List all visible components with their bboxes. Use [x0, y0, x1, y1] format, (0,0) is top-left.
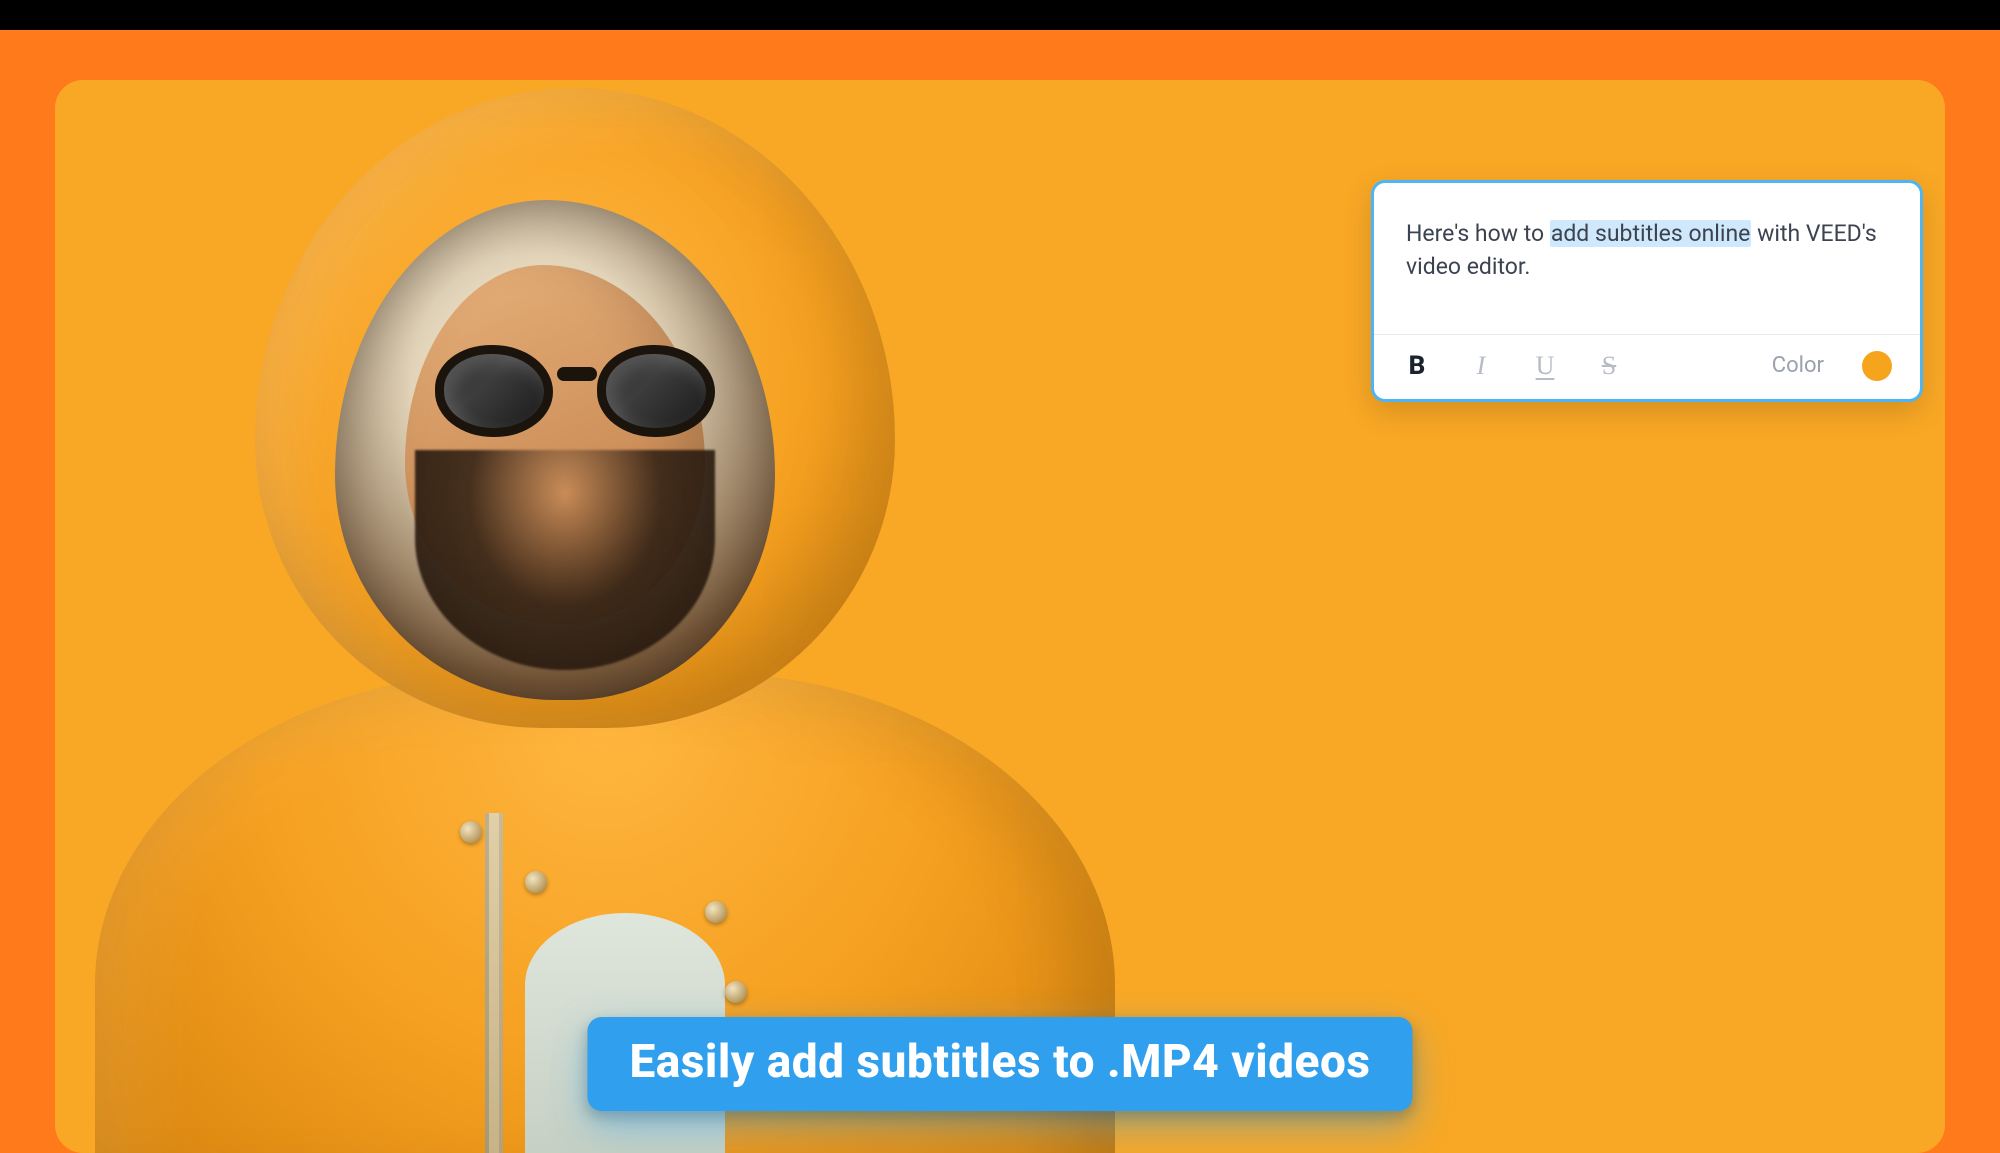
subtitle-text-content[interactable]: Here's how to add subtitles online with …	[1374, 183, 1920, 334]
color-picker-swatch[interactable]	[1862, 351, 1892, 381]
window-top-bar	[0, 0, 2000, 30]
italic-button[interactable]: I	[1466, 351, 1496, 381]
person-illustration	[105, 80, 1085, 1153]
editor-text-before: Here's how to	[1406, 220, 1550, 247]
color-label: Color	[1772, 353, 1824, 378]
editor-text-highlighted: add subtitles online	[1550, 220, 1752, 247]
sunglasses-icon	[435, 345, 715, 440]
underline-button[interactable]: U	[1530, 351, 1560, 381]
bold-button[interactable]: B	[1402, 351, 1432, 381]
text-format-toolbar: B I U S Color	[1374, 334, 1920, 399]
page-background: Here's how to add subtitles online with …	[0, 30, 2000, 1153]
strikethrough-button[interactable]: S	[1594, 351, 1624, 381]
video-caption-bar[interactable]: Easily add subtitles to .MP4 videos	[587, 1017, 1412, 1111]
subtitle-text-editor[interactable]: Here's how to add subtitles online with …	[1371, 180, 1923, 402]
video-canvas: Here's how to add subtitles online with …	[55, 80, 1945, 1153]
